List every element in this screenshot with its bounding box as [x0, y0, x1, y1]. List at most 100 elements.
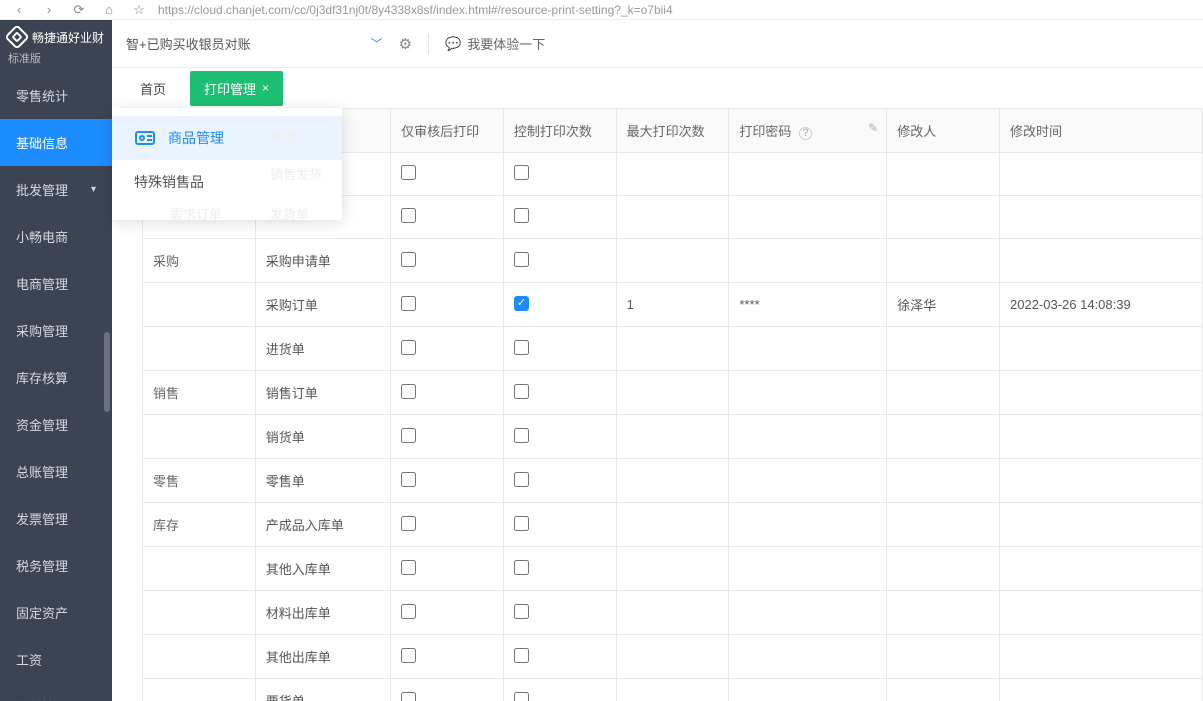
checkbox-after-audit[interactable]: [401, 648, 416, 663]
checkbox-after-audit[interactable]: [401, 165, 416, 180]
cell-max[interactable]: [616, 503, 729, 547]
cell-max[interactable]: [616, 239, 729, 283]
close-icon[interactable]: ×: [262, 81, 269, 95]
checkbox-control[interactable]: [514, 428, 529, 443]
cell-max[interactable]: [616, 459, 729, 503]
checkbox-control[interactable]: [514, 648, 529, 663]
checkbox-after-audit[interactable]: [401, 472, 416, 487]
cell-max[interactable]: [616, 679, 729, 701]
sidebar-item[interactable]: 基础信息: [0, 119, 112, 166]
tab[interactable]: 首页: [126, 71, 180, 106]
cell-group: [143, 415, 256, 459]
cell-group: 零售: [143, 459, 256, 503]
checkbox-control[interactable]: [514, 340, 529, 355]
sidebar-item[interactable]: 小畅电商: [0, 213, 112, 260]
cell-password[interactable]: ****: [729, 283, 887, 327]
gear-icon[interactable]: ⚙: [399, 35, 412, 53]
sidebar-item[interactable]: 固定资产: [0, 589, 112, 636]
sidebar-item[interactable]: 库存核算: [0, 354, 112, 401]
cell-doc: 销货单: [255, 415, 390, 459]
cell-password[interactable]: [729, 371, 887, 415]
sidebar-item[interactable]: 批发管理▾: [0, 166, 112, 213]
cell-max[interactable]: [616, 371, 729, 415]
cell-modifier: [887, 371, 1000, 415]
checkbox-control[interactable]: [514, 208, 529, 223]
checkbox-after-audit[interactable]: [401, 560, 416, 575]
cell-after-audit: [391, 153, 504, 196]
cell-after-audit: [391, 371, 504, 415]
experience-link[interactable]: 💬 我要体验一下: [445, 34, 545, 53]
cell-max[interactable]: [616, 327, 729, 371]
cell-doc: 采购申请单: [255, 239, 390, 283]
cell-modtime: [1000, 679, 1203, 701]
account-selector[interactable]: 智+已购买收银员对账 ﹀: [126, 34, 383, 53]
cell-password[interactable]: [729, 635, 887, 679]
divider: [428, 34, 429, 54]
checkbox-control[interactable]: [514, 296, 529, 311]
sidebar-item[interactable]: 经营管理: [0, 683, 112, 701]
cell-password[interactable]: [729, 196, 887, 239]
checkbox-after-audit[interactable]: [401, 252, 416, 267]
cell-max[interactable]: [616, 153, 729, 196]
checkbox-after-audit[interactable]: [401, 692, 416, 701]
cell-password[interactable]: [729, 547, 887, 591]
cell-max[interactable]: [616, 547, 729, 591]
checkbox-after-audit[interactable]: [401, 340, 416, 355]
cell-password[interactable]: [729, 679, 887, 701]
cell-password[interactable]: [729, 239, 887, 283]
checkbox-control[interactable]: [514, 165, 529, 180]
checkbox-after-audit[interactable]: [401, 428, 416, 443]
cell-password[interactable]: [729, 153, 887, 196]
cell-modifier: [887, 503, 1000, 547]
sidebar-item[interactable]: 采购管理: [0, 307, 112, 354]
cell-password[interactable]: [729, 415, 887, 459]
cell-password[interactable]: [729, 327, 887, 371]
sidebar-item[interactable]: 总账管理: [0, 448, 112, 495]
sidebar-item[interactable]: 零售统计: [0, 72, 112, 119]
checkbox-control[interactable]: [514, 472, 529, 487]
checkbox-control[interactable]: [514, 560, 529, 575]
edit-icon[interactable]: ✎: [868, 121, 878, 135]
checkbox-after-audit[interactable]: [401, 208, 416, 223]
url-bar[interactable]: https://cloud.chanjet.com/cc/0j3df31nj0t…: [158, 3, 1195, 17]
sidebar-item[interactable]: 发票管理: [0, 495, 112, 542]
checkbox-after-audit[interactable]: [401, 516, 416, 531]
checkbox-after-audit[interactable]: [401, 296, 416, 311]
flyout-item[interactable]: 商品管理: [112, 116, 342, 160]
cell-password[interactable]: [729, 503, 887, 547]
cell-modifier: [887, 415, 1000, 459]
forward-icon[interactable]: ›: [38, 0, 60, 21]
checkbox-control[interactable]: [514, 516, 529, 531]
cell-control: [503, 591, 616, 635]
checkbox-control[interactable]: [514, 692, 529, 701]
cell-max[interactable]: [616, 415, 729, 459]
back-icon[interactable]: ‹: [8, 0, 30, 21]
cell-control: [503, 415, 616, 459]
cell-max[interactable]: [616, 196, 729, 239]
checkbox-control[interactable]: [514, 384, 529, 399]
checkbox-after-audit[interactable]: [401, 384, 416, 399]
cell-password[interactable]: [729, 591, 887, 635]
sidebar-scrollbar[interactable]: [104, 332, 110, 412]
cell-max[interactable]: 1: [616, 283, 729, 327]
checkbox-control[interactable]: [514, 604, 529, 619]
cell-modtime: [1000, 153, 1203, 196]
sidebar-item[interactable]: 工资: [0, 636, 112, 683]
submenu-flyout: 商品管理特殊销售品单据销售发货发货单需求订单: [112, 108, 342, 220]
checkbox-after-audit[interactable]: [401, 604, 416, 619]
flyout-item[interactable]: 特殊销售品: [112, 160, 342, 204]
tab[interactable]: 打印管理×: [190, 71, 283, 106]
sidebar-item[interactable]: 资金管理: [0, 401, 112, 448]
brand-edition: 标准版: [0, 50, 112, 72]
home-icon[interactable]: ⌂: [98, 0, 120, 21]
cell-modifier: 徐泽华: [887, 283, 1000, 327]
checkbox-control[interactable]: [514, 252, 529, 267]
cell-max[interactable]: [616, 591, 729, 635]
cell-password[interactable]: [729, 459, 887, 503]
sidebar-item[interactable]: 电商管理: [0, 260, 112, 307]
help-icon[interactable]: ?: [799, 127, 812, 140]
refresh-icon[interactable]: ⟳: [68, 0, 90, 21]
star-icon[interactable]: ☆: [128, 0, 150, 21]
sidebar-item[interactable]: 税务管理: [0, 542, 112, 589]
cell-max[interactable]: [616, 635, 729, 679]
